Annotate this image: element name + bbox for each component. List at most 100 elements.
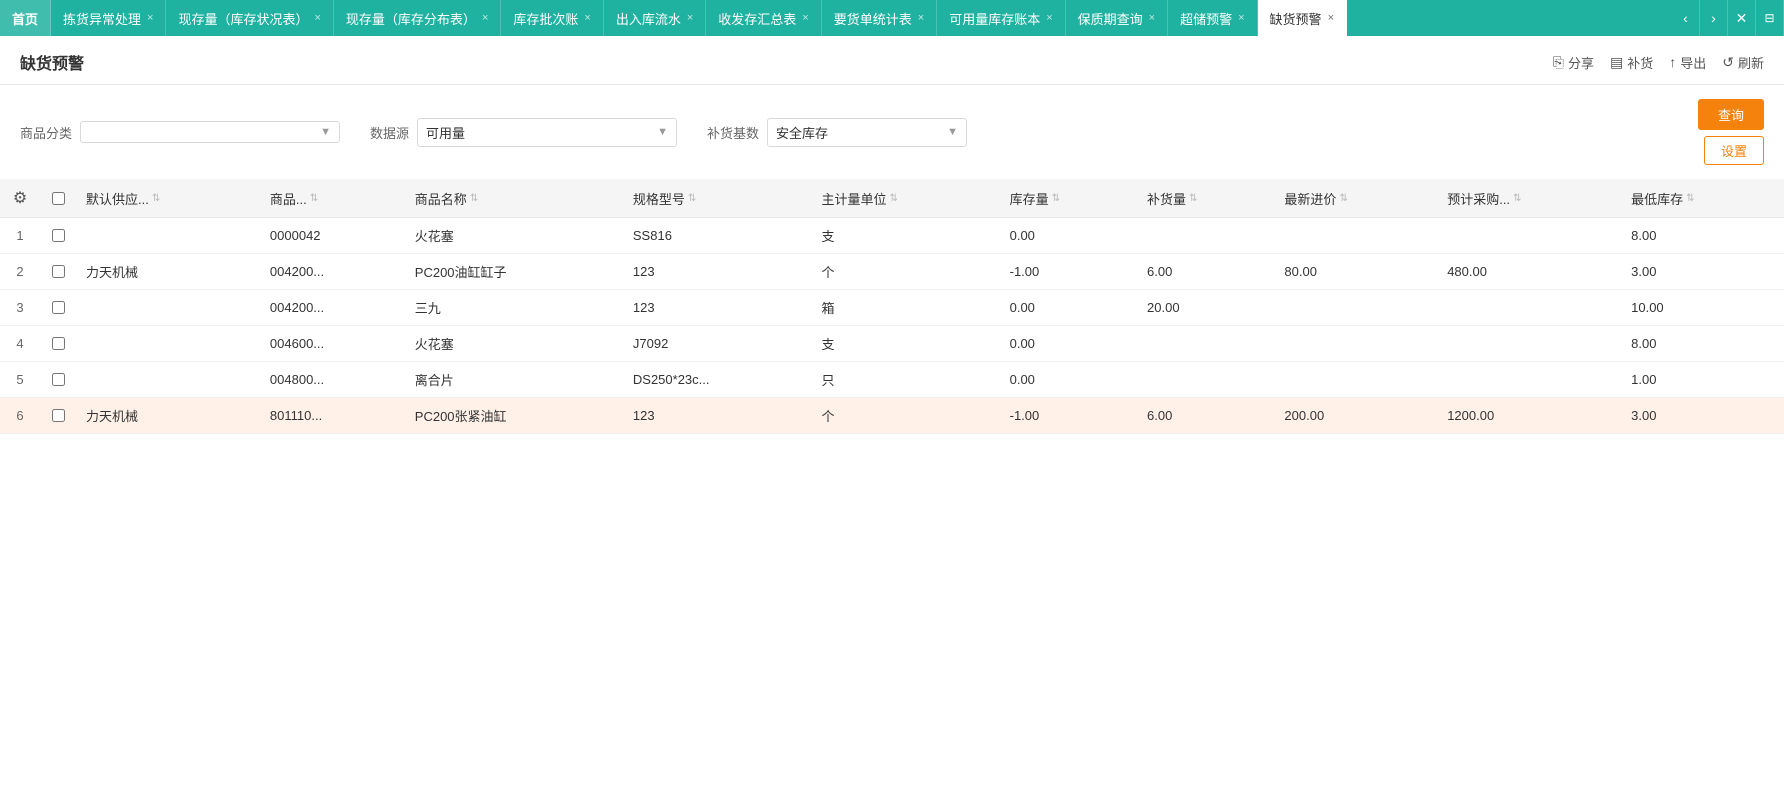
col-header-settings[interactable]: ⚙ xyxy=(0,179,40,218)
refresh-icon: ↺ xyxy=(1722,54,1734,71)
datasource-select[interactable]: 可用量 ▼ xyxy=(417,118,677,147)
col-header-estimated-purchase[interactable]: 预计采购... ⇅ xyxy=(1437,179,1621,218)
tab-receive-summary[interactable]: 收发存汇总表 × xyxy=(706,0,821,36)
tab-flow[interactable]: 出入库流水 × xyxy=(604,0,706,36)
row-replenish-qty-4 xyxy=(1137,326,1274,362)
row-select-checkbox-2[interactable] xyxy=(52,265,65,278)
col-header-latest-price[interactable]: 最新进价 ⇅ xyxy=(1274,179,1437,218)
row-select-checkbox-6[interactable] xyxy=(52,409,65,422)
row-checkbox-1 xyxy=(40,218,76,254)
tab-next-btn[interactable]: › xyxy=(1700,0,1728,36)
settings-button[interactable]: 设置 xyxy=(1704,136,1764,165)
row-supplier-3 xyxy=(76,290,260,326)
table-row: 1 0000042 火花塞 SS816 支 0.00 8.00 xyxy=(0,218,1784,254)
row-select-checkbox-3[interactable] xyxy=(52,301,65,314)
tab-overstock[interactable]: 超储预警 × xyxy=(1168,0,1257,36)
table-header-row: ⚙ 默认供应... ⇅ xyxy=(0,179,1784,218)
row-product-code-2: 004200... xyxy=(260,254,405,290)
row-spec-1: SS816 xyxy=(623,218,812,254)
category-select[interactable]: ▼ xyxy=(80,121,340,143)
row-unit-1: 支 xyxy=(811,218,999,254)
tab-shortage[interactable]: 缺货预警 × xyxy=(1258,0,1347,36)
row-supplier-4 xyxy=(76,326,260,362)
tab-available-ledger-label: 可用量库存账本 xyxy=(949,9,1040,28)
table-settings-gear-icon[interactable]: ⚙ xyxy=(13,190,27,207)
tab-receive-summary-close[interactable]: × xyxy=(802,12,808,24)
tab-shortage-label: 缺货预警 xyxy=(1270,9,1322,28)
row-stock-qty-4: 0.00 xyxy=(1000,326,1137,362)
row-replenish-qty-5 xyxy=(1137,362,1274,398)
export-button[interactable]: ↑ 导出 xyxy=(1669,53,1706,72)
replenish-button[interactable]: ▤ 补货 xyxy=(1610,53,1653,72)
main-content: 缺货预警 ⎘ 分享 ▤ 补货 ↑ 导出 ↺ 刷新 商品分类 xyxy=(0,36,1784,796)
row-product-name-3: 三九 xyxy=(405,290,623,326)
col-product-code-label: 商品... xyxy=(270,189,307,208)
row-replenish-qty-3: 20.00 xyxy=(1137,290,1274,326)
row-product-code-1: 0000042 xyxy=(260,218,405,254)
tab-inventory-dist-close[interactable]: × xyxy=(482,12,488,24)
row-num-1: 1 xyxy=(0,218,40,254)
row-replenish-qty-2: 6.00 xyxy=(1137,254,1274,290)
tab-inventory-status[interactable]: 现存量（库存状况表） × xyxy=(166,0,333,36)
page-title: 缺货预警 xyxy=(20,50,1553,74)
col-supplier-label: 默认供应... xyxy=(86,189,149,208)
row-replenish-qty-6: 6.00 xyxy=(1137,398,1274,434)
tab-batch-account[interactable]: 库存批次账 × xyxy=(501,0,603,36)
select-all-checkbox[interactable] xyxy=(52,192,65,205)
row-num-4: 4 xyxy=(0,326,40,362)
stock-qty-sort-icon: ⇅ xyxy=(1052,193,1060,204)
tab-expiry-query[interactable]: 保质期查询 × xyxy=(1066,0,1168,36)
row-select-checkbox-4[interactable] xyxy=(52,337,65,350)
col-header-stock-qty[interactable]: 库存量 ⇅ xyxy=(1000,179,1137,218)
row-supplier-1 xyxy=(76,218,260,254)
refresh-button[interactable]: ↺ 刷新 xyxy=(1722,53,1764,72)
tab-demand-stats-close[interactable]: × xyxy=(918,12,924,24)
tab-exception-close[interactable]: × xyxy=(147,12,153,24)
row-select-checkbox-5[interactable] xyxy=(52,373,65,386)
col-header-unit[interactable]: 主计量单位 ⇅ xyxy=(811,179,999,218)
share-button[interactable]: ⎘ 分享 xyxy=(1553,53,1594,72)
tab-close-all-btn[interactable]: ⊟ xyxy=(1756,0,1784,36)
product-code-sort-icon: ⇅ xyxy=(310,193,318,204)
tab-flow-close[interactable]: × xyxy=(687,12,693,24)
tab-exception[interactable]: 拣货异常处理 × xyxy=(51,0,166,36)
tab-shortage-close[interactable]: × xyxy=(1328,12,1334,24)
row-num-3: 3 xyxy=(0,290,40,326)
tab-nav-controls: ‹ › ✕ ⊟ xyxy=(1672,0,1784,36)
tab-inventory-dist[interactable]: 现存量（库存分布表） × xyxy=(334,0,501,36)
tab-overstock-close[interactable]: × xyxy=(1238,12,1244,24)
tab-demand-stats-label: 要货单统计表 xyxy=(834,9,912,28)
row-latest-price-2: 80.00 xyxy=(1274,254,1437,290)
tab-prev-btn[interactable]: ‹ xyxy=(1672,0,1700,36)
replenish-basis-select[interactable]: 安全库存 ▼ xyxy=(767,118,967,147)
latest-price-sort-icon: ⇅ xyxy=(1339,193,1347,204)
col-header-min-stock[interactable]: 最低库存 ⇅ xyxy=(1621,179,1784,218)
product-name-sort-icon: ⇅ xyxy=(470,193,478,204)
tab-available-ledger-close[interactable]: × xyxy=(1046,12,1052,24)
row-product-name-4: 火花塞 xyxy=(405,326,623,362)
query-button[interactable]: 查询 xyxy=(1698,99,1764,130)
col-header-supplier[interactable]: 默认供应... ⇅ xyxy=(76,179,260,218)
row-select-checkbox-1[interactable] xyxy=(52,229,65,242)
tab-inventory-status-close[interactable]: × xyxy=(314,12,320,24)
col-min-stock-label: 最低库存 xyxy=(1631,189,1683,208)
col-header-replenish-qty[interactable]: 补货量 ⇅ xyxy=(1137,179,1274,218)
row-spec-3: 123 xyxy=(623,290,812,326)
col-header-spec[interactable]: 规格型号 ⇅ xyxy=(623,179,812,218)
tab-batch-account-close[interactable]: × xyxy=(584,12,590,24)
category-filter-group: 商品分类 ▼ xyxy=(20,121,340,143)
row-estimated-purchase-1 xyxy=(1437,218,1621,254)
tab-expiry-query-close[interactable]: × xyxy=(1149,12,1155,24)
tab-available-ledger[interactable]: 可用量库存账本 × xyxy=(937,0,1065,36)
col-header-product-code[interactable]: 商品... ⇅ xyxy=(260,179,405,218)
col-header-product-name[interactable]: 商品名称 ⇅ xyxy=(405,179,623,218)
tab-demand-stats[interactable]: 要货单统计表 × xyxy=(822,0,937,36)
row-latest-price-4 xyxy=(1274,326,1437,362)
row-stock-qty-5: 0.00 xyxy=(1000,362,1137,398)
row-latest-price-6: 200.00 xyxy=(1274,398,1437,434)
row-checkbox-5 xyxy=(40,362,76,398)
tab-close-current-btn[interactable]: ✕ xyxy=(1728,0,1756,36)
tab-home[interactable]: 首页 xyxy=(0,0,51,36)
row-product-name-1: 火花塞 xyxy=(405,218,623,254)
col-unit-label: 主计量单位 xyxy=(821,189,886,208)
